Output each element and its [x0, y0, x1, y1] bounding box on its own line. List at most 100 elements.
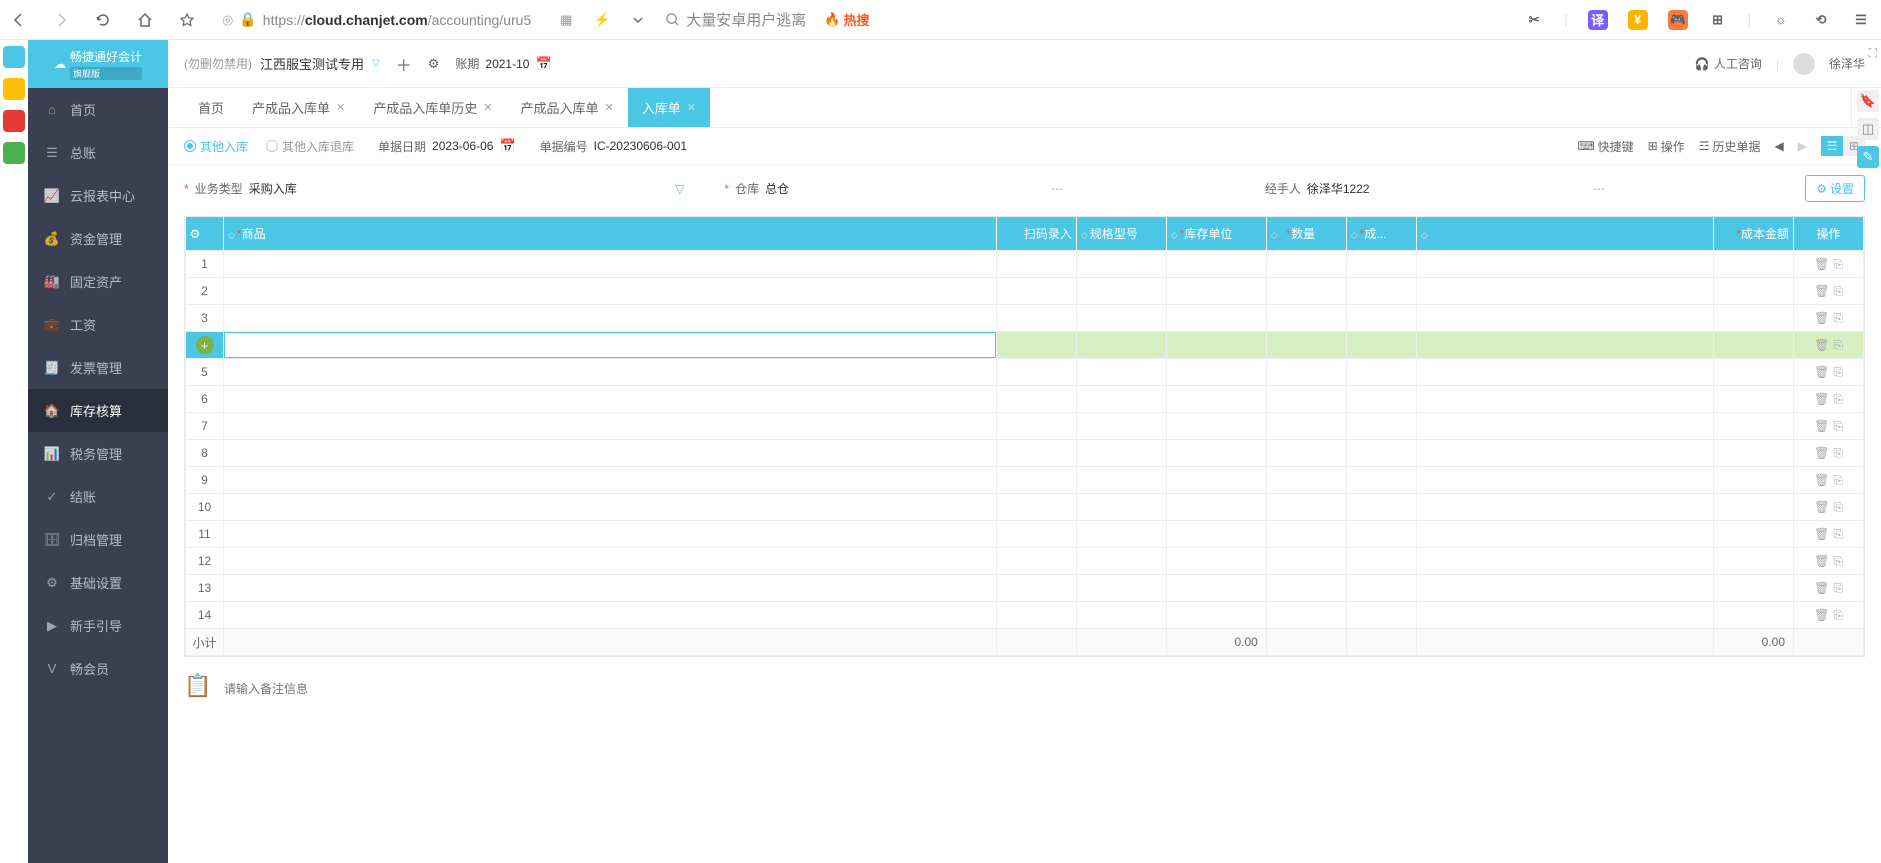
- table-row[interactable]: 1🗑⎘: [186, 251, 1864, 278]
- view-compact-button[interactable]: ☰: [1821, 136, 1843, 156]
- delete-row-icon[interactable]: 🗑: [1814, 473, 1829, 487]
- tab-1[interactable]: 产成品入库单✕: [238, 88, 359, 127]
- tab-4[interactable]: 入库单✕: [628, 88, 710, 127]
- coin-ext-icon[interactable]: ¥: [1628, 10, 1648, 30]
- add-row-icon[interactable]: +: [196, 336, 214, 354]
- copy-row-icon[interactable]: ⎘: [1833, 500, 1843, 514]
- copy-row-icon[interactable]: ⎘: [1833, 311, 1843, 325]
- prev-doc-button[interactable]: ◀: [1775, 139, 1784, 153]
- menu-icon[interactable]: ☰: [1851, 10, 1871, 30]
- shortcut-button[interactable]: ⌨快捷键: [1577, 138, 1633, 155]
- translate-ext-icon[interactable]: 译: [1588, 10, 1608, 30]
- table-row[interactable]: 13🗑⎘: [186, 575, 1864, 602]
- copy-row-icon[interactable]: ⎘: [1833, 527, 1843, 541]
- company-selector[interactable]: (勿删勿禁用) 江西服宝测试专用 ▽: [184, 54, 380, 73]
- product-input[interactable]: [224, 332, 996, 358]
- close-icon[interactable]: ✕: [336, 101, 345, 114]
- apps-icon[interactable]: ⊞: [1708, 10, 1728, 30]
- copy-row-icon[interactable]: ⎘: [1833, 365, 1843, 379]
- home-icon[interactable]: [136, 11, 154, 29]
- delete-row-icon[interactable]: 🗑: [1814, 419, 1829, 433]
- history-button[interactable]: ☲历史单据: [1699, 138, 1761, 155]
- scissors-icon[interactable]: ✂: [1524, 10, 1544, 30]
- col-qty[interactable]: ◇ *数量: [1266, 217, 1346, 251]
- delete-row-icon[interactable]: 🗑: [1814, 338, 1829, 352]
- delete-row-icon[interactable]: 🗑: [1814, 554, 1829, 568]
- sidebar-item-12[interactable]: ▶新手引导: [28, 604, 168, 647]
- copy-row-icon[interactable]: ⎘: [1833, 608, 1843, 622]
- delete-row-icon[interactable]: 🗑: [1814, 284, 1829, 298]
- more-icon[interactable]: ⋯: [1593, 182, 1606, 196]
- username-label[interactable]: 徐泽华: [1829, 55, 1865, 72]
- table-row[interactable]: 10🗑⎘: [186, 494, 1864, 521]
- table-row[interactable]: 6🗑⎘: [186, 386, 1864, 413]
- table-row[interactable]: 5🗑⎘: [186, 359, 1864, 386]
- qr-icon[interactable]: ▦: [557, 11, 575, 29]
- radio-other-in[interactable]: 其他入库: [184, 138, 248, 155]
- copy-row-icon[interactable]: ⎘: [1833, 257, 1843, 271]
- sidebar-item-6[interactable]: 🧾发票管理: [28, 346, 168, 389]
- rail-note-icon[interactable]: ✎: [1857, 146, 1879, 168]
- col-scan[interactable]: 扫码录入: [996, 217, 1076, 251]
- address-bar[interactable]: ◎ 🔒 https://cloud.chanjet.com/accounting…: [214, 7, 539, 32]
- table-row[interactable]: +🗑⎘: [186, 332, 1864, 359]
- delete-row-icon[interactable]: 🗑: [1814, 446, 1829, 460]
- add-company-button[interactable]: ＋: [396, 52, 412, 76]
- sidebar-item-7[interactable]: 🏠库存核算: [28, 389, 168, 432]
- sidebar-item-9[interactable]: ✓结账: [28, 475, 168, 518]
- table-row[interactable]: 3🗑⎘: [186, 305, 1864, 332]
- forward-icon[interactable]: [52, 11, 70, 29]
- sidebar-item-13[interactable]: V畅会员: [28, 647, 168, 690]
- flash-icon[interactable]: ⚡: [593, 11, 611, 29]
- theme-icon[interactable]: ☼: [1771, 10, 1791, 30]
- brand-logo[interactable]: ☁ 畅捷通好会计 旗舰版: [28, 40, 168, 88]
- sidebar-item-10[interactable]: 🗄归档管理: [28, 518, 168, 561]
- browser-search[interactable]: 大量安卓用户逃离: [665, 9, 806, 30]
- close-icon[interactable]: ✕: [483, 101, 492, 114]
- rail-bookmark-icon[interactable]: 🔖: [1857, 90, 1879, 112]
- sidebar-item-1[interactable]: ☰总账: [28, 131, 168, 174]
- warehouse-field[interactable]: *仓库 总仓 ⋯: [724, 176, 1224, 201]
- sidebar-item-5[interactable]: 💼工资: [28, 303, 168, 346]
- copy-row-icon[interactable]: ⎘: [1833, 419, 1843, 433]
- os-app-2[interactable]: [3, 78, 25, 100]
- favorite-icon[interactable]: [178, 11, 196, 29]
- delete-row-icon[interactable]: 🗑: [1814, 581, 1829, 595]
- handler-field[interactable]: 经手人 徐泽华1222 ⋯: [1265, 176, 1765, 201]
- back-icon[interactable]: [10, 11, 28, 29]
- sidebar-item-11[interactable]: ⚙基础设置: [28, 561, 168, 604]
- col-unit[interactable]: ◇*库存单位: [1166, 217, 1266, 251]
- copy-row-icon[interactable]: ⎘: [1833, 392, 1843, 406]
- support-link[interactable]: 🎧 人工咨询: [1695, 55, 1762, 72]
- table-row[interactable]: 12🗑⎘: [186, 548, 1864, 575]
- more-icon[interactable]: ⋯: [1051, 182, 1064, 196]
- col-cost[interactable]: ◇*成...: [1346, 217, 1416, 251]
- sidebar-item-4[interactable]: 🏭固定资产: [28, 260, 168, 303]
- delete-row-icon[interactable]: 🗑: [1814, 527, 1829, 541]
- copy-row-icon[interactable]: ⎘: [1833, 446, 1843, 460]
- copy-row-icon[interactable]: ⎘: [1833, 554, 1843, 568]
- table-row[interactable]: 9🗑⎘: [186, 467, 1864, 494]
- sidebar-item-3[interactable]: 💰资金管理: [28, 217, 168, 260]
- copy-row-icon[interactable]: ⎘: [1833, 581, 1843, 595]
- doc-date-field[interactable]: 单据日期 2023-06-06 📅: [378, 138, 516, 155]
- settings-gear-icon[interactable]: ⚙: [428, 56, 440, 72]
- table-row[interactable]: 14🗑⎘: [186, 602, 1864, 629]
- copy-row-icon[interactable]: ⎘: [1833, 284, 1843, 298]
- undo-icon[interactable]: ⟲: [1811, 10, 1831, 30]
- col-blank[interactable]: ◇: [1416, 217, 1713, 251]
- fullscreen-button[interactable]: ⛶: [1869, 46, 1877, 61]
- game-ext-icon[interactable]: 🎮: [1668, 10, 1688, 30]
- tab-2[interactable]: 产成品入库单历史✕: [359, 88, 506, 127]
- delete-row-icon[interactable]: 🗑: [1814, 311, 1829, 325]
- table-row[interactable]: 8🗑⎘: [186, 440, 1864, 467]
- table-row[interactable]: 7🗑⎘: [186, 413, 1864, 440]
- col-amount[interactable]: *成本金额: [1714, 217, 1794, 251]
- tab-3[interactable]: 产成品入库单✕: [506, 88, 627, 127]
- delete-row-icon[interactable]: 🗑: [1814, 392, 1829, 406]
- sidebar-item-2[interactable]: 📈云报表中心: [28, 174, 168, 217]
- rail-screenshot-icon[interactable]: ◫: [1857, 118, 1879, 140]
- table-row[interactable]: 2🗑⎘: [186, 278, 1864, 305]
- col-product[interactable]: ◇*商品: [224, 217, 997, 251]
- table-row[interactable]: 11🗑⎘: [186, 521, 1864, 548]
